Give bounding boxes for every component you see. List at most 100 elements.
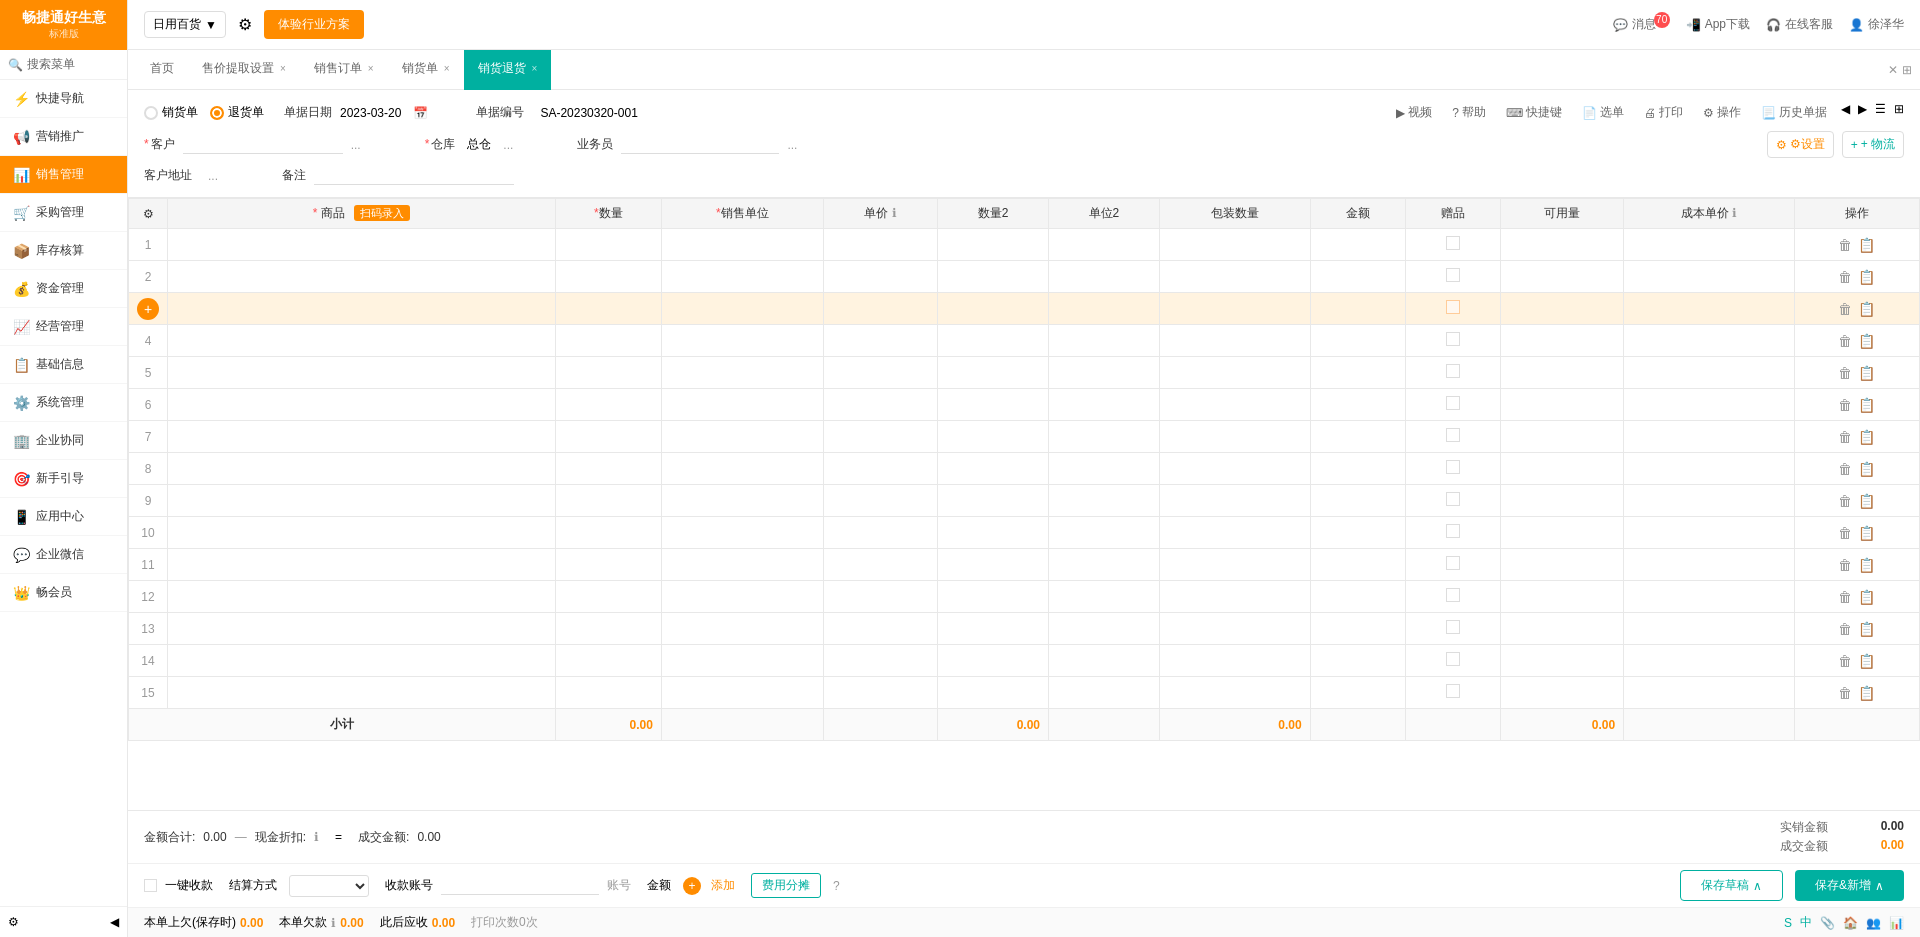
row-2-copy-icon[interactable]: 📋 [1858, 269, 1875, 285]
radio-sales[interactable]: 销货单 [144, 104, 198, 121]
sidebar-item-inventory[interactable]: 📦 库存核算 [0, 232, 127, 270]
remark-input[interactable] [314, 166, 514, 185]
row-2-gift[interactable] [1405, 261, 1500, 293]
delete-icon[interactable]: 🗑 [1838, 429, 1852, 445]
copy-icon[interactable]: 📋 [1858, 589, 1875, 605]
copy-icon[interactable]: 📋 [1858, 429, 1875, 445]
settings-icon[interactable]: ⚙ [8, 915, 19, 929]
radio-return[interactable]: 退货单 [210, 104, 264, 121]
row-2-goods[interactable] [168, 261, 556, 293]
row-2-pack-qty[interactable] [1159, 261, 1310, 293]
copy-icon[interactable]: 📋 [1858, 621, 1875, 637]
row-3-available[interactable] [1501, 293, 1624, 325]
row-1-pack-qty[interactable] [1159, 229, 1310, 261]
bottom-icon-3[interactable]: 📎 [1820, 916, 1835, 930]
method-select[interactable] [289, 875, 369, 897]
bottom-icon-5[interactable]: 👥 [1866, 916, 1881, 930]
bottom-icon-1[interactable]: S [1784, 916, 1792, 930]
copy-icon[interactable]: 📋 [1858, 333, 1875, 349]
row-1-copy-icon[interactable]: 📋 [1858, 237, 1875, 253]
row-1-gift[interactable] [1405, 229, 1500, 261]
row-2-sales-unit[interactable] [661, 261, 823, 293]
row-2-cost-price[interactable] [1624, 261, 1794, 293]
row-1-unit2[interactable] [1049, 229, 1160, 261]
video-btn[interactable]: ▶ 视频 [1390, 102, 1438, 123]
nav-prev-icon[interactable]: ◀ [1841, 102, 1850, 123]
shortcut-btn[interactable]: ⌨ 快捷键 [1500, 102, 1568, 123]
row-1-goods[interactable] [168, 229, 556, 261]
account-dots[interactable]: 账号 [607, 877, 631, 894]
tab-sales-order[interactable]: 销售订单 × [300, 50, 388, 90]
row-3-amount[interactable] [1310, 293, 1405, 325]
row-1-sales-unit[interactable] [661, 229, 823, 261]
sidebar-item-app-center[interactable]: 📱 应用中心 [0, 498, 127, 536]
salesperson-dots[interactable]: ... [787, 138, 797, 152]
delete-icon[interactable]: 🗑 [1838, 397, 1852, 413]
sidebar-item-finance[interactable]: 💰 资金管理 [0, 270, 127, 308]
row-3-pack-qty[interactable] [1159, 293, 1310, 325]
sidebar-item-purchase[interactable]: 🛒 采购管理 [0, 194, 127, 232]
delete-icon[interactable]: 🗑 [1838, 525, 1852, 541]
row-2-available[interactable] [1501, 261, 1624, 293]
print-btn[interactable]: 🖨 打印 [1638, 102, 1689, 123]
row-3-sales-unit[interactable] [661, 293, 823, 325]
settings-gear-icon[interactable]: ⚙ [238, 15, 252, 34]
add-row-btn[interactable]: + [137, 298, 159, 320]
view-list-icon[interactable]: ☰ [1875, 102, 1886, 123]
sidebar-item-newbie[interactable]: 🎯 新手引导 [0, 460, 127, 498]
tab-sales-delivery-close[interactable]: × [444, 63, 450, 74]
row-3-cost-price[interactable] [1624, 293, 1794, 325]
help-btn[interactable]: ? 帮助 [1446, 102, 1492, 123]
row-1-cost-price[interactable] [1624, 229, 1794, 261]
sidebar-item-basic-info[interactable]: 📋 基础信息 [0, 346, 127, 384]
sidebar-item-marketing[interactable]: 📢 营销推广 [0, 118, 127, 156]
copy-icon[interactable]: 📋 [1858, 397, 1875, 413]
copy-icon[interactable]: 📋 [1858, 525, 1875, 541]
row-2-qty2[interactable] [938, 261, 1049, 293]
sidebar-item-wechat[interactable]: 💬 企业微信 [0, 536, 127, 574]
account-input[interactable] [441, 876, 599, 895]
trial-btn[interactable]: 体验行业方案 [264, 10, 364, 39]
customer-dots[interactable]: ... [351, 138, 361, 152]
info-icon-2[interactable]: ℹ [331, 916, 336, 930]
delete-icon[interactable]: 🗑 [1838, 461, 1852, 477]
delete-icon[interactable]: 🗑 [1838, 621, 1852, 637]
salesperson-input[interactable] [621, 135, 779, 154]
tab-home[interactable]: 首页 [136, 50, 188, 90]
row-2-unit2[interactable] [1049, 261, 1160, 293]
messages-item[interactable]: 💬 消息 70 [1613, 16, 1670, 33]
online-service-item[interactable]: 🎧 在线客服 [1766, 16, 1833, 33]
tab-sales-delivery[interactable]: 销货单 × [388, 50, 464, 90]
row-3-gift[interactable] [1405, 293, 1500, 325]
copy-icon[interactable]: 📋 [1858, 653, 1875, 669]
unit-price-info-icon[interactable]: ℹ [892, 206, 897, 220]
delete-icon[interactable]: 🗑 [1838, 493, 1852, 509]
delete-icon[interactable]: 🗑 [1838, 685, 1852, 701]
copy-icon[interactable]: 📋 [1858, 685, 1875, 701]
sidebar-item-system[interactable]: ⚙️ 系统管理 [0, 384, 127, 422]
sidebar-item-quick-nav[interactable]: ⚡ 快捷导航 [0, 80, 127, 118]
delete-icon[interactable]: 🗑 [1838, 557, 1852, 573]
delete-icon[interactable]: 🗑 [1838, 333, 1852, 349]
bottom-icon-2[interactable]: 中 [1800, 914, 1812, 931]
user-profile-item[interactable]: 👤 徐泽华 [1849, 16, 1904, 33]
delete-icon[interactable]: 🗑 [1838, 365, 1852, 381]
row-3-qty[interactable] [555, 293, 661, 325]
calendar-icon[interactable]: 📅 [413, 106, 428, 120]
row-3-add-btn[interactable]: + [129, 293, 168, 325]
row-1-delete-icon[interactable]: 🗑 [1838, 237, 1852, 253]
setting-btn[interactable]: ⚙ ⚙设置 [1767, 131, 1834, 158]
copy-icon[interactable]: 📋 [1858, 493, 1875, 509]
row-1-qty[interactable] [555, 229, 661, 261]
material-btn[interactable]: + + 物流 [1842, 131, 1904, 158]
address-dots[interactable]: ... [208, 169, 218, 183]
view-grid-icon[interactable]: ⊞ [1894, 102, 1904, 123]
customer-input[interactable] [183, 135, 343, 154]
add-payment-btn[interactable]: + [683, 877, 701, 895]
operate-btn[interactable]: ⚙ 操作 [1697, 102, 1747, 123]
tab-price-setting[interactable]: 售价提取设置 × [188, 50, 300, 90]
tab-sales-return[interactable]: 销货退货 × [464, 50, 552, 90]
tab-sales-order-close[interactable]: × [368, 63, 374, 74]
col-setting-header[interactable]: ⚙ [129, 199, 168, 229]
row-1-unit-price[interactable] [823, 229, 938, 261]
